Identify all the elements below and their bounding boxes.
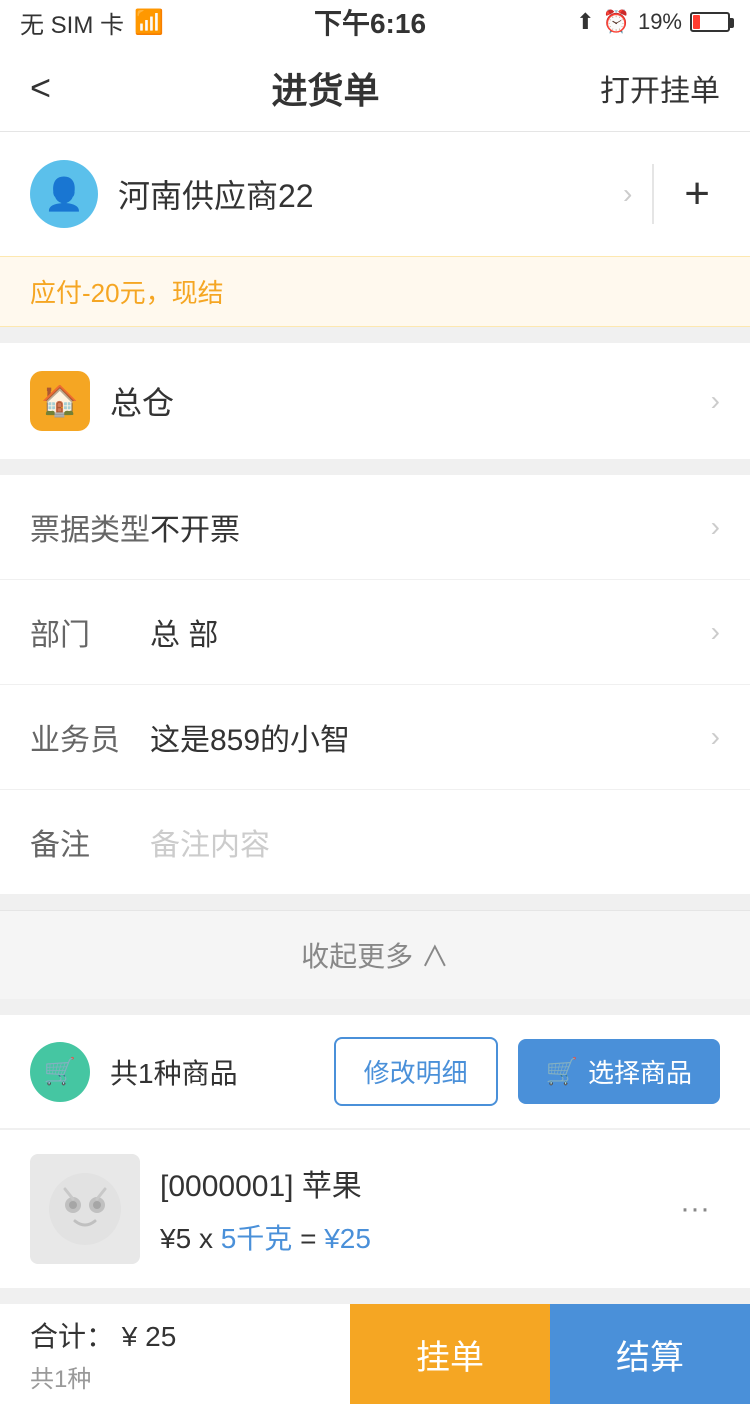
wifi-icon: 📶 xyxy=(134,8,164,37)
add-button[interactable]: + xyxy=(674,169,720,219)
select-product-icon: 🛒 xyxy=(546,1056,578,1087)
avatar-icon: 👤 xyxy=(44,175,84,213)
alert-text: 应付-20元，现结 xyxy=(30,278,224,308)
department-row[interactable]: 部门 总 部 › xyxy=(0,580,750,685)
product-info: [0000001] 苹果 ¥5 x 5千克 = ¥25 xyxy=(160,1161,650,1257)
total-label: 合计： xyxy=(30,1321,114,1352)
warehouse-section: 🏠 总仓 › xyxy=(0,343,750,459)
edit-detail-button[interactable]: 修改明细 xyxy=(334,1037,498,1106)
spacer xyxy=(0,999,750,1015)
product-code: [0000001] xyxy=(160,1170,293,1203)
salesperson-label: 业务员 xyxy=(30,715,150,759)
status-time: 下午6:16 xyxy=(314,2,426,42)
page-title: 进货单 xyxy=(272,62,380,114)
product-total: ¥25 xyxy=(324,1223,371,1254)
cart-icon: 🛒 xyxy=(44,1056,76,1087)
product-more-button[interactable]: ··· xyxy=(670,1182,720,1236)
status-left: 无 SIM 卡 📶 xyxy=(20,5,164,40)
product-thumb-icon xyxy=(45,1169,125,1249)
select-product-button[interactable]: 🛒 选择商品 xyxy=(518,1039,720,1104)
department-chevron-icon: › xyxy=(711,616,720,648)
battery-icon xyxy=(690,12,730,32)
settle-button[interactable]: 结算 xyxy=(550,1304,750,1404)
alert-bar: 应付-20元，现结 xyxy=(0,256,750,327)
product-unit-price: ¥5 xyxy=(160,1223,191,1254)
form-section: 票据类型 不开票 › 部门 总 部 › 业务员 这是859的小智 › 备注 备注… xyxy=(0,475,750,894)
department-label: 部门 xyxy=(30,610,150,654)
ticket-type-chevron-icon: › xyxy=(711,511,720,543)
bottom-spacer xyxy=(0,1288,750,1304)
product-count: 共1种商品 xyxy=(110,1052,314,1092)
product-multiply: x xyxy=(199,1223,221,1254)
nav-bar: < 进货单 打开挂单 xyxy=(0,44,750,132)
footer-total: 合计： ¥ 25 共1种 xyxy=(0,1315,350,1394)
product-header: 🛒 共1种商品 修改明细 🛒 选择商品 xyxy=(0,1015,750,1128)
remark-label: 备注 xyxy=(30,820,150,864)
supplier-chevron-icon: › xyxy=(623,178,632,210)
footer-sub-label: 共1种 xyxy=(30,1359,320,1394)
product-quantity: 5千克 xyxy=(221,1223,293,1254)
product-thumbnail xyxy=(30,1154,140,1264)
ticket-type-row[interactable]: 票据类型 不开票 › xyxy=(0,475,750,580)
collapse-text: 收起更多 ∧ xyxy=(301,941,449,972)
status-right: ⬆ ⏰ 19% xyxy=(576,9,730,35)
back-button[interactable]: < xyxy=(30,67,51,109)
salesperson-row[interactable]: 业务员 这是859的小智 › xyxy=(0,685,750,790)
supplier-row[interactable]: 👤 河南供应商22 › + xyxy=(0,132,750,256)
remark-input[interactable]: 备注内容 xyxy=(150,820,720,864)
warehouse-row[interactable]: 🏠 总仓 › xyxy=(0,343,750,459)
footer: 合计： ¥ 25 共1种 挂单 结算 xyxy=(0,1304,750,1404)
warehouse-icon: 🏠 xyxy=(30,371,90,431)
product-title: 苹果 xyxy=(302,1170,362,1203)
alarm-icon: ⏰ xyxy=(603,9,630,35)
remark-row[interactable]: 备注 备注内容 xyxy=(0,790,750,894)
supplier-section: 👤 河南供应商22 › + 应付-20元，现结 xyxy=(0,132,750,327)
warehouse-name: 总仓 xyxy=(110,378,701,424)
collapse-bar[interactable]: 收起更多 ∧ xyxy=(0,910,750,999)
ticket-type-label: 票据类型 xyxy=(30,505,150,549)
hang-order-button[interactable]: 挂单 xyxy=(350,1304,550,1404)
battery-text: 19% xyxy=(638,9,682,35)
divider xyxy=(652,164,654,224)
salesperson-value: 这是859的小智 xyxy=(150,715,701,759)
salesperson-chevron-icon: › xyxy=(711,721,720,753)
product-section-icon: 🛒 xyxy=(30,1042,90,1102)
warehouse-chevron-icon: › xyxy=(711,385,720,417)
product-price-row: ¥5 x 5千克 = ¥25 xyxy=(160,1217,650,1257)
open-hang-button[interactable]: 打开挂单 xyxy=(600,66,720,110)
carrier-text: 无 SIM 卡 xyxy=(20,5,124,40)
product-name: [0000001] 苹果 xyxy=(160,1161,650,1205)
status-bar: 无 SIM 卡 📶 下午6:16 ⬆ ⏰ 19% xyxy=(0,0,750,44)
product-equals: = xyxy=(300,1223,324,1254)
main-content: 👤 河南供应商22 › + 应付-20元，现结 🏠 总仓 › 票据类型 不开票 … xyxy=(0,132,750,1304)
supplier-avatar: 👤 xyxy=(30,160,98,228)
department-value: 总 部 xyxy=(150,610,701,654)
supplier-name: 河南供应商22 xyxy=(118,171,613,217)
ticket-type-value: 不开票 xyxy=(150,505,701,549)
footer-total-row: 合计： ¥ 25 xyxy=(30,1315,320,1355)
total-amount: ¥ 25 xyxy=(122,1321,177,1352)
product-item: [0000001] 苹果 ¥5 x 5千克 = ¥25 ··· xyxy=(0,1130,750,1288)
select-product-label: 选择商品 xyxy=(588,1053,692,1090)
location-icon: ⬆ xyxy=(576,9,594,35)
